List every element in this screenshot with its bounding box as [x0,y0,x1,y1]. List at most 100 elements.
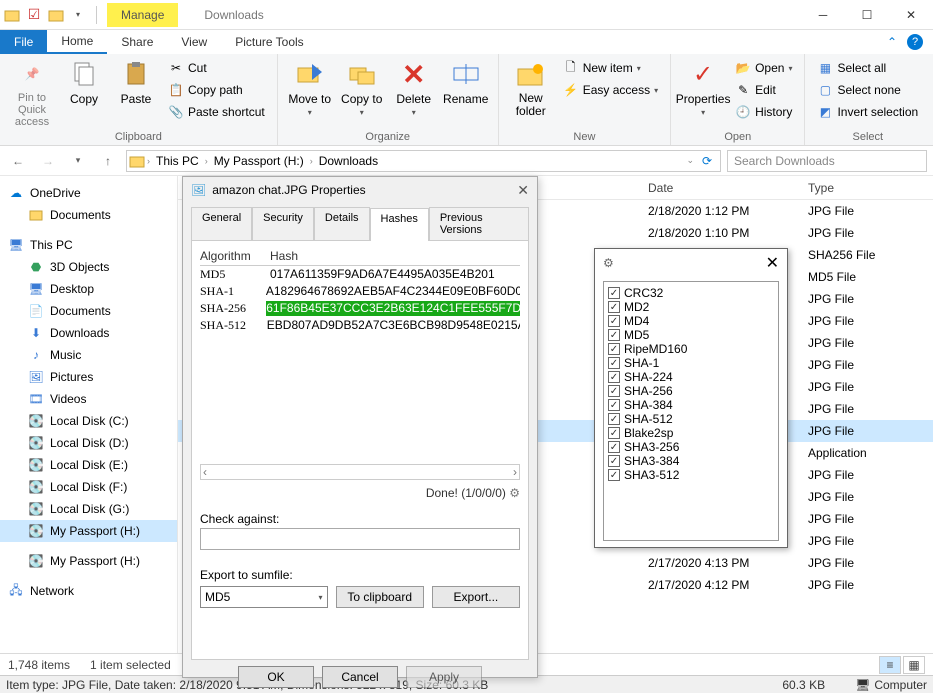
paste-button[interactable]: Paste [112,56,160,108]
hash-option[interactable]: ✓MD4 [608,314,774,328]
dialog-tab[interactable]: Security [252,207,314,240]
column-type[interactable]: Type [808,181,928,195]
properties-button[interactable]: ✓Properties▾ [679,56,727,119]
copy-to-button[interactable]: Copy to▾ [338,56,386,119]
apply-button[interactable]: Apply [406,666,482,688]
tab-file[interactable]: File [0,30,47,54]
nav-disk-h[interactable]: 💽My Passport (H:) [0,520,177,542]
up-button[interactable]: ↑ [96,149,120,173]
dialog-tab[interactable]: Details [314,207,370,240]
to-clipboard-button[interactable]: To clipboard [336,586,424,608]
nav-3d-objects[interactable]: ⬣3D Objects [0,256,177,278]
tab-share[interactable]: Share [107,30,167,54]
forward-button[interactable]: → [36,149,60,173]
check-against-input[interactable] [200,528,520,550]
tab-picture-tools[interactable]: Picture Tools [221,30,317,54]
hash-option[interactable]: ✓CRC32 [608,286,774,300]
details-view-button[interactable]: ≡ [879,656,901,674]
back-button[interactable]: ← [6,149,30,173]
horizontal-scrollbar[interactable]: ‹› [200,464,520,480]
hash-option[interactable]: ✓MD2 [608,300,774,314]
tab-view[interactable]: View [167,30,221,54]
search-input[interactable]: Search Downloads [727,150,927,172]
crumb-downloads[interactable]: Downloads [315,154,382,168]
hash-row[interactable]: MD5017A611359F9AD6A7E4495A035E4B201 [200,266,520,283]
hash-option[interactable]: ✓SHA-256 [608,384,774,398]
new-item-button[interactable]: 🗋New item▾ [559,58,662,78]
hash-row[interactable]: SHA-512EBD807AD9DB52A7C3E6BCB98D9548E021… [200,317,520,334]
dialog-tab[interactable]: General [191,207,252,240]
nav-pictures[interactable]: 🖼Pictures [0,366,177,388]
recent-dropdown[interactable]: ▾ [66,149,90,173]
icons-view-button[interactable]: ▦ [903,656,925,674]
hash-option[interactable]: ✓SHA3-256 [608,440,774,454]
nav-network[interactable]: 🖧Network [0,580,177,602]
nav-disk-h2[interactable]: 💽My Passport (H:) [0,550,177,572]
ok-button[interactable]: OK [238,666,314,688]
nav-videos[interactable]: 🎞Videos [0,388,177,410]
invert-selection-button[interactable]: ◩Invert selection [813,102,922,122]
export-format-select[interactable]: MD5▾ [200,586,328,608]
hash-option[interactable]: ✓Blake2sp [608,426,774,440]
paste-shortcut-button[interactable]: 📎Paste shortcut [164,102,269,122]
hash-option[interactable]: ✓SHA3-512 [608,468,774,482]
select-all-button[interactable]: ▦Select all [813,58,922,78]
nav-disk-g[interactable]: 💽Local Disk (G:) [0,498,177,520]
nav-downloads[interactable]: ⬇Downloads [0,322,177,344]
crumb-this-pc[interactable]: This PC [152,154,203,168]
help-icon[interactable]: ? [907,34,923,50]
gear-icon[interactable]: ⚙ [509,486,520,500]
ribbon-collapse-icon[interactable]: ⌃ [887,35,897,49]
hash-option[interactable]: ✓SHA-1 [608,356,774,370]
dialog-tab[interactable]: Hashes [370,208,429,241]
nav-onedrive-docs[interactable]: Documents [0,204,177,226]
qat-checkbox-icon[interactable]: ☑ [26,7,42,23]
hash-option[interactable]: ✓SHA-512 [608,412,774,426]
hash-option[interactable]: ✓SHA-224 [608,370,774,384]
close-button[interactable]: ✕ [889,0,933,30]
crumb-drive[interactable]: My Passport (H:) [210,154,308,168]
edit-button[interactable]: ✎Edit [731,80,796,100]
export-button[interactable]: Export... [432,586,520,608]
nav-disk-d[interactable]: 💽Local Disk (D:) [0,432,177,454]
cancel-button[interactable]: Cancel [322,666,398,688]
nav-desktop[interactable]: 🖥Desktop [0,278,177,300]
nav-documents[interactable]: 📄Documents [0,300,177,322]
cut-button[interactable]: ✂Cut [164,58,269,78]
qat-folder-icon[interactable] [48,7,64,23]
new-folder-button[interactable]: New folder [507,56,555,120]
easy-access-button[interactable]: ⚡Easy access▾ [559,80,662,100]
refresh-button[interactable]: ⟳ [696,154,718,168]
nav-disk-c[interactable]: 💽Local Disk (C:) [0,410,177,432]
rename-button[interactable]: Rename [442,56,490,108]
nav-music[interactable]: ♪Music [0,344,177,366]
hash-row[interactable]: SHA-1A182964678692AEB5AF4C2344E09E0BF60D… [200,283,520,300]
nav-disk-f[interactable]: 💽Local Disk (F:) [0,476,177,498]
dialog-close-button[interactable]: ✕ [517,182,529,199]
maximize-button[interactable]: ☐ [845,0,889,30]
popup-close-button[interactable]: ✕ [766,253,779,273]
minimize-button[interactable]: ─ [801,0,845,30]
select-none-button[interactable]: ▢Select none [813,80,922,100]
breadcrumb[interactable]: › This PC› My Passport (H:)› Downloads ⌄… [126,150,721,172]
move-to-button[interactable]: Move to▾ [286,56,334,119]
history-button[interactable]: 🕘History [731,102,796,122]
column-date[interactable]: Date [648,181,808,195]
pin-to-quick-access-button[interactable]: 📌Pin to Quick access [8,56,56,130]
open-button[interactable]: 📂Open▾ [731,58,796,78]
copy-path-button[interactable]: 📋Copy path [164,80,269,100]
qat-dropdown-icon[interactable]: ▾ [70,7,86,23]
hash-row[interactable]: SHA-25661F86B45E37CCC3E2B63E124C1FEE555F… [200,300,520,317]
nav-onedrive[interactable]: ☁OneDrive [0,182,177,204]
hash-option[interactable]: ✓SHA3-384 [608,454,774,468]
hash-option[interactable]: ✓SHA-384 [608,398,774,412]
crumb-dropdown-icon[interactable]: ⌄ [686,155,694,166]
copy-button[interactable]: Copy [60,56,108,108]
hash-option[interactable]: ✓RipeMD160 [608,342,774,356]
delete-button[interactable]: ✕Delete▾ [390,56,438,119]
hash-option[interactable]: ✓MD5 [608,328,774,342]
nav-disk-e[interactable]: 💽Local Disk (E:) [0,454,177,476]
dialog-tab[interactable]: Previous Versions [429,207,529,240]
nav-this-pc[interactable]: 🖥This PC [0,234,177,256]
tab-home[interactable]: Home [47,30,107,54]
